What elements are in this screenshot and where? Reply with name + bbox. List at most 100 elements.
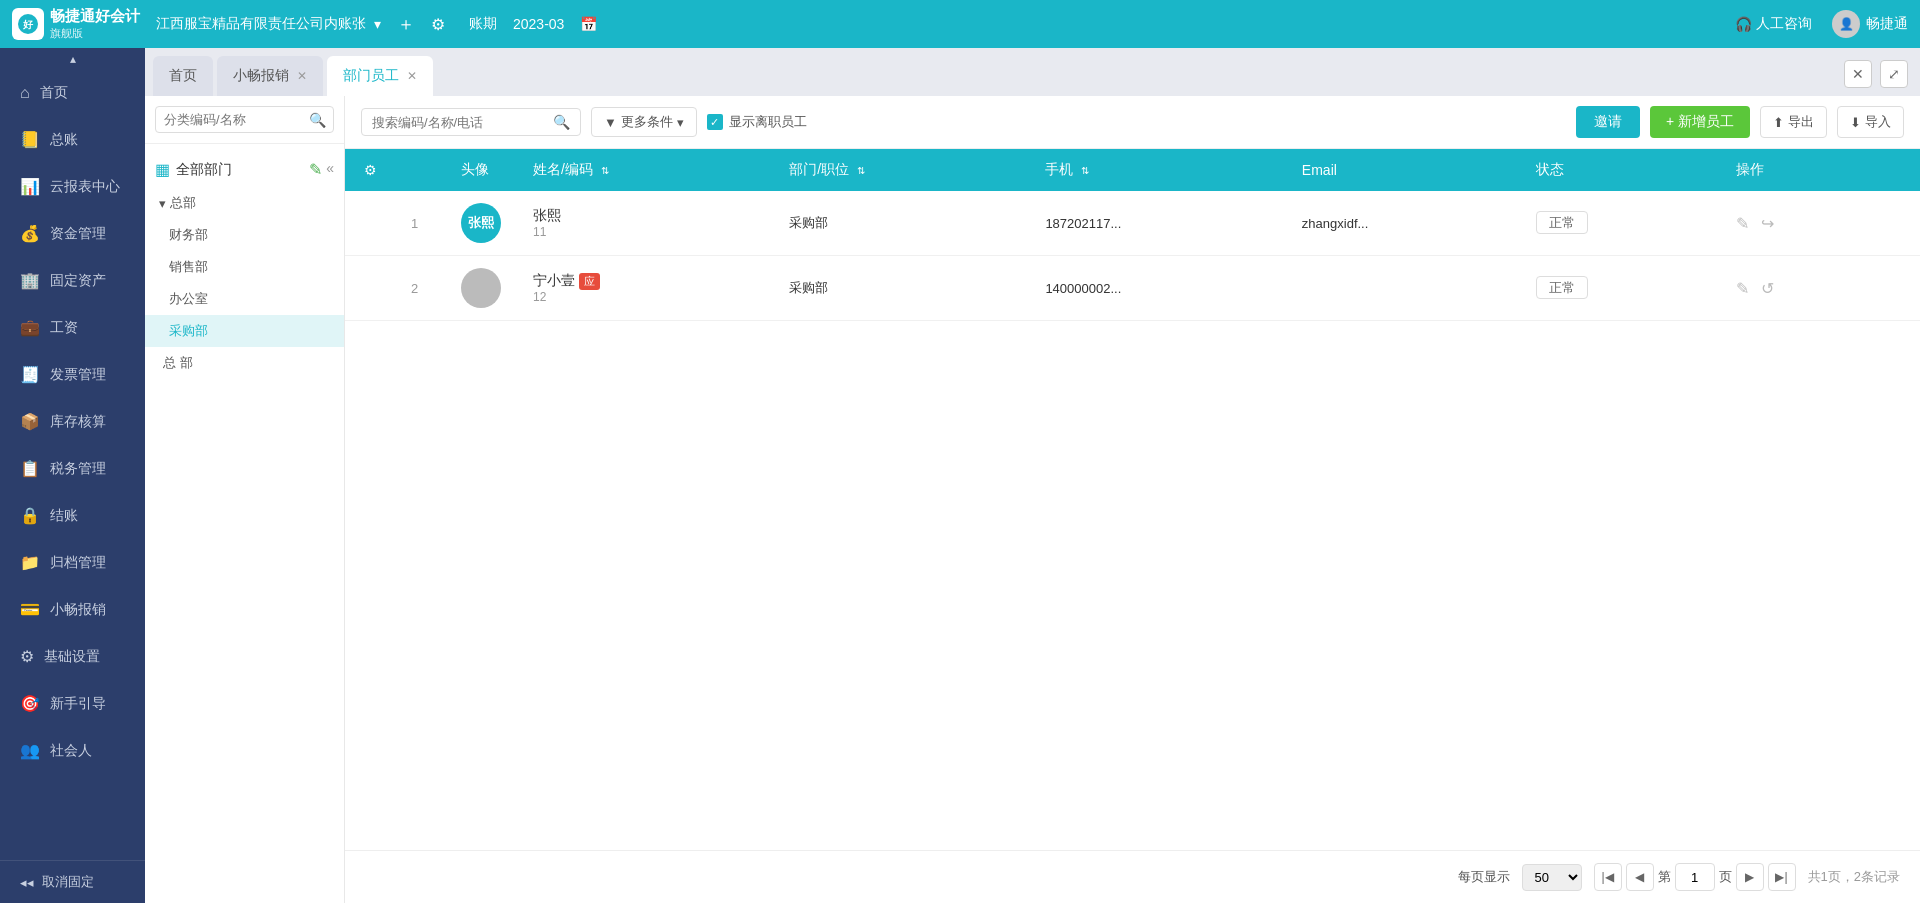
sidebar-item-social[interactable]: 👥 社会人 [0,727,145,774]
per-page-label: 每页显示 [1458,868,1510,886]
tab-close-btn[interactable]: ✕ [1844,60,1872,88]
col-settings[interactable]: ⚙ [345,149,395,191]
dept-item-finance[interactable]: 财务部 [145,219,344,251]
employee-search-icon[interactable]: 🔍 [553,114,570,130]
dept-item-purchase[interactable]: 采购部 [145,315,344,347]
sidebar-item-tax[interactable]: 📋 税务管理 [0,445,145,492]
tab-dept-employees[interactable]: 部门员工 ✕ [327,56,433,96]
dept-item-office[interactable]: 办公室 [145,283,344,315]
dept-search-input[interactable] [155,106,334,133]
add-employee-button[interactable]: + 新增员工 [1650,106,1750,138]
col-name[interactable]: 姓名/编码 ⇅ [517,149,773,191]
next-page-button[interactable]: ▶ [1736,863,1764,891]
sidebar-item-reports[interactable]: 📊 云报表中心 [0,163,145,210]
employee-search-input[interactable] [372,115,553,130]
import-icon: ⬇ [1850,115,1861,130]
col-dept[interactable]: 部门/职位 ⇅ [773,149,1029,191]
col-actions: 操作 [1720,149,1920,191]
tab-dept-close[interactable]: ✕ [407,69,417,83]
dept-collapse-icon[interactable]: « [326,160,334,179]
tab-expense-close[interactable]: ✕ [297,69,307,83]
export-button[interactable]: ⬆ 导出 [1760,106,1827,138]
col-status: 状态 [1520,149,1720,191]
logo-icon: 好 [12,8,44,40]
user-area[interactable]: 👤 畅捷通 [1832,10,1908,38]
sidebar-item-label: 首页 [40,84,68,102]
sidebar-item-funds[interactable]: 💰 资金管理 [0,210,145,257]
status-badge: 正常 [1536,211,1588,234]
employees-panel: 🔍 ▼ 更多条件 ▾ 显示离职员工 邀请 + 新增员工 [345,96,1920,903]
calendar-icon[interactable]: 📅 [580,16,597,32]
dept-item-hq[interactable]: ▾ 总部 [145,187,344,219]
sidebar-item-label: 总账 [50,131,78,149]
row-phone-cell: 187202117... [1029,191,1285,256]
sidebar-item-guide[interactable]: 🎯 新手引导 [0,680,145,727]
sidebar-item-ledger[interactable]: 📒 总账 [0,116,145,163]
period-label: 账期 [469,15,497,33]
show-resigned-checkbox[interactable] [707,114,723,130]
employee-name: 张熙 [533,207,757,225]
pin-label: 取消固定 [42,873,94,891]
logout-icon[interactable]: ↪ [1761,214,1774,233]
pin-toggle[interactable]: ◂◂ 取消固定 [0,860,145,903]
per-page-select[interactable]: 50 10 20 100 [1522,864,1582,891]
sidebar-item-settings[interactable]: ⚙ 基础设置 [0,633,145,680]
sidebar-item-salary[interactable]: 💼 工资 [0,304,145,351]
edit-icon[interactable]: ✎ [1736,214,1749,233]
sidebar-item-expense[interactable]: 💳 小畅报销 [0,586,145,633]
ledger-icon: 📒 [20,130,40,149]
tab-bar: 首页 小畅报销 ✕ 部门员工 ✕ ✕ ⤢ [145,48,1920,96]
employee-code: 11 [533,225,757,239]
row-index: 2 [395,256,445,321]
prev-page-button[interactable]: ◀ [1626,863,1654,891]
row-status-cell: 正常 [1520,256,1720,321]
service-button[interactable]: 🎧 人工咨询 [1735,15,1812,33]
sidebar-item-home[interactable]: ⌂ 首页 [0,70,145,116]
search-box: 🔍 [361,108,581,136]
main-layout: ▴ ⌂ 首页 📒 总账 📊 云报表中心 💰 资金管理 🏢 固定资产 💼 工资 🧾… [0,48,1920,903]
company-selector[interactable]: 江西服宝精品有限责任公司内账张 ▾ [156,15,381,33]
dept-edit-icon[interactable]: ✎ [309,160,322,179]
col-phone[interactable]: 手机 ⇅ [1029,149,1285,191]
assets-icon: 🏢 [20,271,40,290]
add-icon[interactable]: ＋ [397,12,415,36]
tab-expand-btn[interactable]: ⤢ [1880,60,1908,88]
filter-button[interactable]: ▼ 更多条件 ▾ [591,107,697,137]
invite-button[interactable]: 邀请 [1576,106,1640,138]
first-page-button[interactable]: |◀ [1594,863,1622,891]
dept-item-hq2[interactable]: 总 部 [145,347,344,379]
refresh-icon[interactable]: ↺ [1761,279,1774,298]
tab-expense[interactable]: 小畅报销 ✕ [217,56,323,96]
sidebar-item-assets[interactable]: 🏢 固定资产 [0,257,145,304]
row-dept-cell: 采购部 [773,256,1029,321]
dept-root-label[interactable]: 全部部门 [176,161,232,179]
top-bar-right: 🎧 人工咨询 👤 畅捷通 [1735,10,1908,38]
page-input[interactable] [1675,863,1715,891]
expand-icon: ▾ [159,196,166,211]
expense-icon: 💳 [20,600,40,619]
show-resigned-label: 显示离职员工 [729,113,807,131]
dept-search-icon[interactable]: 🔍 [309,112,326,128]
edit-icon[interactable]: ✎ [1736,279,1749,298]
sidebar-item-archive[interactable]: 📁 归档管理 [0,539,145,586]
page-label: 第 [1658,868,1671,886]
import-button[interactable]: ⬇ 导入 [1837,106,1904,138]
row-email-cell: zhangxidf... [1286,191,1520,256]
row-index: 1 [395,191,445,256]
last-page-button[interactable]: ▶| [1768,863,1796,891]
toolbar-right: 邀请 + 新增员工 ⬆ 导出 ⬇ 导入 [1576,106,1904,138]
row-phone-cell: 140000002... [1029,256,1285,321]
sidebar-item-inventory[interactable]: 📦 库存核算 [0,398,145,445]
sidebar-item-invoice[interactable]: 🧾 发票管理 [0,351,145,398]
export-label: 导出 [1788,113,1814,131]
sidebar-item-settle[interactable]: 🔒 结账 [0,492,145,539]
page-unit-label: 页 [1719,868,1732,886]
dept-item-sales[interactable]: 销售部 [145,251,344,283]
sort-dept-icon: ⇅ [857,165,865,176]
scroll-indicator: ▴ [0,48,145,70]
archive-icon: 📁 [20,553,40,572]
tab-home[interactable]: 首页 [153,56,213,96]
home-icon: ⌂ [20,84,30,102]
avatar: 张熙 [461,203,501,243]
settings-icon[interactable]: ⚙ [431,15,445,34]
